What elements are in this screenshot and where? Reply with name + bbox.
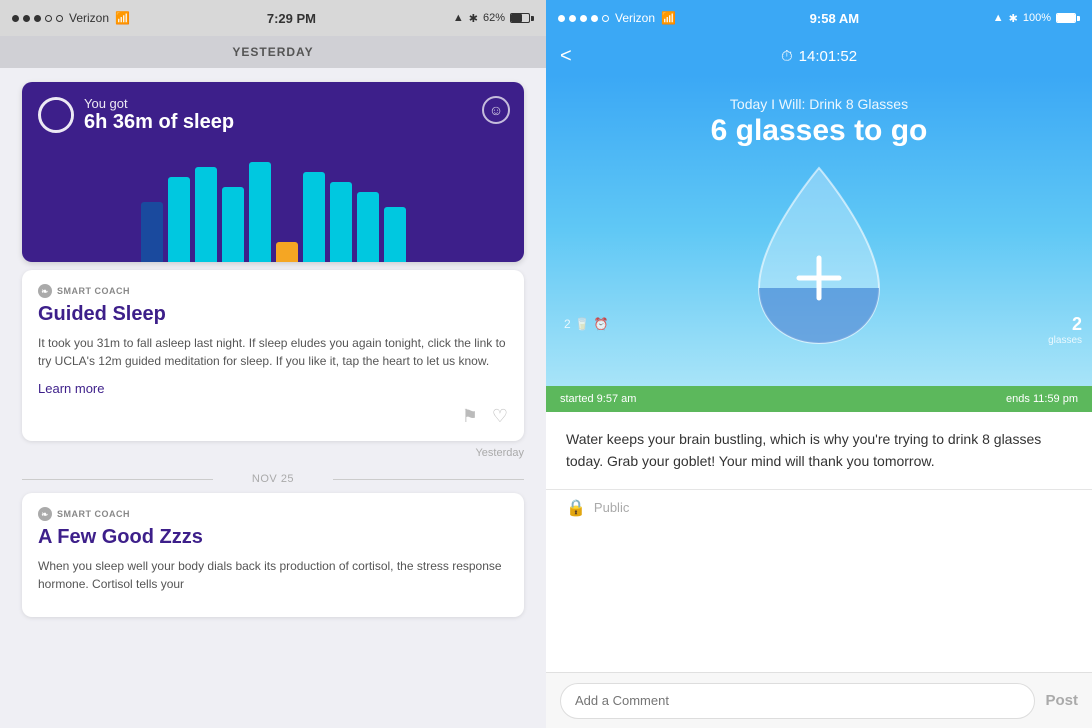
post-button[interactable]: Post <box>1045 692 1078 709</box>
signal-dots-right <box>558 15 609 22</box>
water-left-icons: 2 🥛 ⏰ <box>564 317 609 331</box>
nav-timer: ⏱ 14:01:52 <box>781 48 857 65</box>
battery-left <box>510 13 534 23</box>
sleep-you-got: You got <box>84 96 234 111</box>
glasses-unit: glasses <box>1048 335 1082 346</box>
smiley-icon: ☺ <box>482 96 510 124</box>
water-subtitle: Today I Will: Drink 8 Glasses <box>730 96 908 112</box>
glasses-num: 2 <box>1048 314 1082 335</box>
bar-10 <box>384 207 406 262</box>
timer-value: 14:01:52 <box>799 48 857 65</box>
bar-7 <box>303 172 325 262</box>
coach-body-1: It took you 31m to fall asleep last nigh… <box>38 334 508 370</box>
coach-icon-2: ❧ <box>38 507 52 521</box>
bar-8 <box>330 182 352 262</box>
yesterday-label: YESTERDAY <box>232 45 313 59</box>
wifi-icon-left: 📶 <box>115 11 130 25</box>
back-button[interactable]: < <box>560 45 572 68</box>
water-glasses-label: 2 glasses <box>1048 314 1082 346</box>
card-timestamp-1: Yesterday <box>0 447 546 459</box>
bar-1 <box>141 202 163 262</box>
sleep-chart <box>22 152 524 262</box>
moon-icon <box>38 97 74 133</box>
left-phone: Verizon 📶 7:29 PM ▲ ✱ 62% YESTERDAY <box>0 0 546 728</box>
status-icons-right: ▲ ✱ 100% <box>993 12 1080 25</box>
ends-time: ends 11:59 pm <box>1006 393 1078 405</box>
coach-card-2[interactable]: ❧ SMART COACH A Few Good Zzzs When you s… <box>22 493 524 617</box>
left-scroll-content[interactable]: You got 6h 36m of sleep ☺ <box>0 68 546 728</box>
started-time: started 9:57 am <box>560 393 636 405</box>
comment-bar: Post <box>546 672 1092 728</box>
bar-3 <box>195 167 217 262</box>
wifi-icon-right: 📶 <box>661 11 676 25</box>
status-icons-left: ▲ ✱ 62% <box>453 12 534 25</box>
carrier-right: Verizon <box>615 11 655 25</box>
sleep-duration: 6h 36m of sleep <box>84 111 234 134</box>
coach-label-2: ❧ SMART COACH <box>38 507 508 521</box>
coach-body-2: When you sleep well your body dials back… <box>38 557 508 593</box>
right-phone: Verizon 📶 9:58 AM ▲ ✱ 100% < ⏱ 14:01:52 … <box>546 0 1092 728</box>
time-right: 9:58 AM <box>810 11 859 26</box>
water-description: Water keeps your brain bustling, which i… <box>546 412 1092 489</box>
bar-6 <box>276 242 298 262</box>
clock-icon: ⏰ <box>594 317 609 331</box>
carrier-left: Verizon <box>69 11 109 25</box>
battery-pct-right: 100% <box>1023 12 1051 24</box>
coach-title-2: A Few Good Zzzs <box>38 526 508 549</box>
left-status-bar: Verizon 📶 7:29 PM ▲ ✱ 62% <box>0 0 546 36</box>
bar-4 <box>222 187 244 262</box>
card-actions-1: ⚑ ♡ <box>38 406 508 427</box>
glasses-count-left: 2 <box>564 317 571 331</box>
comment-input[interactable] <box>560 683 1035 719</box>
lock-icon: 🔒 <box>566 498 586 518</box>
location-icon-left: ▲ <box>453 12 464 24</box>
time-bar: started 9:57 am ends 11:59 pm <box>546 386 1092 412</box>
water-title: 6 glasses to go <box>711 114 928 148</box>
bar-5 <box>249 162 271 262</box>
bluetooth-icon-left: ✱ <box>469 12 478 25</box>
heart-icon[interactable]: ♡ <box>492 406 508 427</box>
date-divider: NOV 25 <box>0 473 546 485</box>
learn-more-link[interactable]: Learn more <box>38 381 104 396</box>
time-left: 7:29 PM <box>267 11 316 26</box>
privacy-label: Public <box>594 500 629 515</box>
sleep-banner: You got 6h 36m of sleep ☺ <box>22 82 524 262</box>
bluetooth-icon-right: ✱ <box>1009 12 1018 25</box>
nav-bar-left: YESTERDAY <box>0 36 546 68</box>
bar-2 <box>168 177 190 262</box>
coach-title-1: Guided Sleep <box>38 303 508 326</box>
water-hero: Today I Will: Drink 8 Glasses 6 glasses … <box>546 76 1092 386</box>
location-icon-right: ▲ <box>993 12 1004 24</box>
battery-right <box>1056 13 1080 23</box>
water-drop[interactable] <box>739 158 899 338</box>
nav-bar-right: < ⏱ 14:01:52 <box>546 36 1092 76</box>
right-status-bar: Verizon 📶 9:58 AM ▲ ✱ 100% <box>546 0 1092 36</box>
description-text: Water keeps your brain bustling, which i… <box>566 428 1072 473</box>
bar-9 <box>357 192 379 262</box>
timer-icon: ⏱ <box>781 48 793 65</box>
glass-icon: 🥛 <box>575 317 590 331</box>
coach-label-1: ❧ SMART COACH <box>38 284 508 298</box>
coach-card-1[interactable]: ❧ SMART COACH Guided Sleep It took you 3… <box>22 270 524 441</box>
coach-icon-1: ❧ <box>38 284 52 298</box>
battery-label-left: 62% <box>483 12 505 24</box>
privacy-row[interactable]: 🔒 Public <box>546 489 1092 526</box>
sleep-card[interactable]: You got 6h 36m of sleep ☺ <box>22 82 524 262</box>
flag-icon[interactable]: ⚑ <box>462 406 478 427</box>
signal-dots <box>12 15 63 22</box>
